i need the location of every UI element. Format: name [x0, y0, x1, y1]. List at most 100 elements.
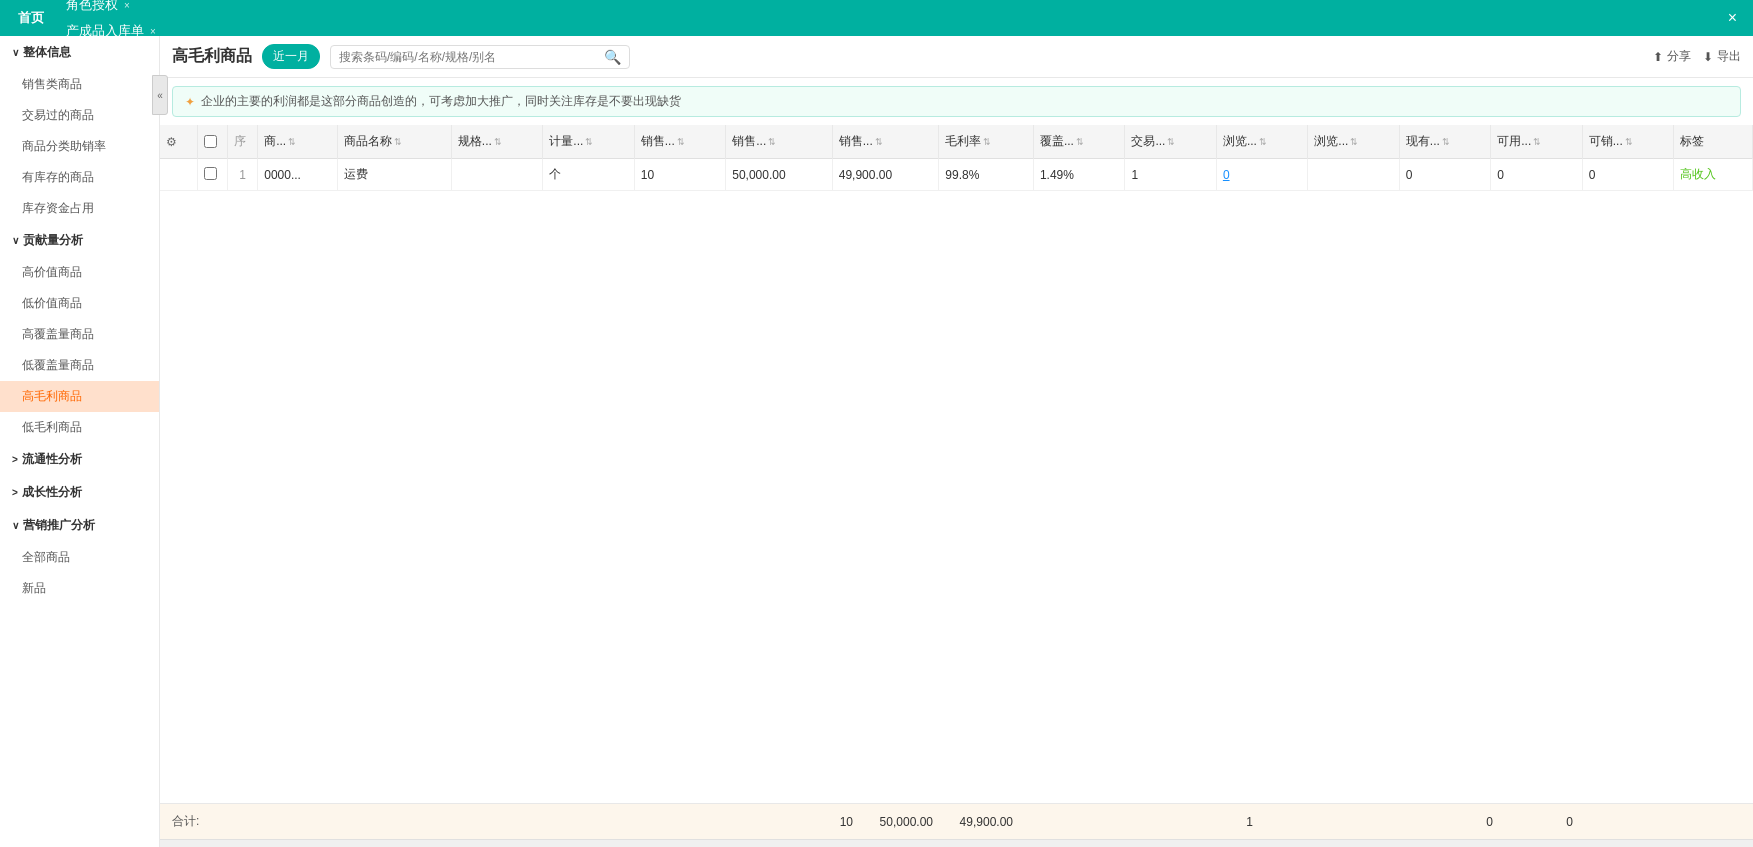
sidebar-item-库存资金占用[interactable]: 库存资金占用	[0, 193, 159, 224]
table-cell-15: 0	[1399, 159, 1490, 191]
sidebar-item-有库存的商品[interactable]: 有库存的商品	[0, 162, 159, 193]
sidebar-item-低毛利商品[interactable]: 低毛利商品	[0, 412, 159, 443]
close-all-button[interactable]: ×	[1720, 9, 1745, 27]
browse-link[interactable]: 0	[1223, 168, 1230, 182]
sidebar-group-label: 整体信息	[23, 44, 71, 61]
content-area: 高毛利商品 近一月 🔍 ⬆ 分享 ⬇ 导出 ✦ 企业的主要的利润都是这部分商品创…	[160, 36, 1753, 847]
info-banner: ✦ 企业的主要的利润都是这部分商品创造的，可考虑加大推广，同时关注库存是不要出现…	[172, 86, 1741, 117]
sidebar-item-全部商品[interactable]: 全部商品	[0, 542, 159, 573]
sidebar-item-新品[interactable]: 新品	[0, 573, 159, 604]
content-header: 高毛利商品 近一月 🔍 ⬆ 分享 ⬇ 导出	[160, 36, 1753, 78]
sort-icon: ⇅	[394, 137, 402, 147]
table-cell-7: 10	[634, 159, 725, 191]
table-cell-17: 0	[1582, 159, 1673, 191]
col-header-11[interactable]: 覆盖...⇅	[1033, 125, 1124, 159]
col-header-12[interactable]: 交易...⇅	[1125, 125, 1216, 159]
col-header-1	[198, 125, 228, 159]
sidebar-group-label: 流通性分析	[22, 451, 82, 468]
nav-tab-角色授权[interactable]: 角色授权×	[56, 0, 166, 18]
row-checkbox[interactable]	[204, 167, 217, 180]
select-all-checkbox[interactable]	[204, 135, 217, 148]
sidebar-group-成长性分析[interactable]: > 成长性分析	[0, 476, 159, 509]
footer-transactions: 1	[1181, 815, 1261, 829]
sidebar-collapse-button[interactable]: «	[152, 75, 168, 115]
sort-icon: ⇅	[1625, 137, 1633, 147]
sort-icon: ⇅	[677, 137, 685, 147]
bottom-scrollbar[interactable]	[160, 839, 1753, 847]
col-header-7[interactable]: 销售...⇅	[634, 125, 725, 159]
sidebar-group-label: 贡献量分析	[23, 232, 83, 249]
info-text: 企业的主要的利润都是这部分商品创造的，可考虑加大推广，同时关注库存是不要出现缺货	[201, 93, 681, 110]
sidebar-group-营销推广分析[interactable]: ∨营销推广分析	[0, 509, 159, 542]
sidebar-item-低价值商品[interactable]: 低价值商品	[0, 288, 159, 319]
table-cell-4: 运费	[337, 159, 451, 191]
close-tab-icon[interactable]: ×	[150, 26, 156, 37]
nav-home[interactable]: 首页	[8, 5, 54, 31]
table-row[interactable]: 10000...运费个1050,000.0049,900.0099.8%1.49…	[160, 159, 1753, 191]
sort-icon: ⇅	[1350, 137, 1358, 147]
footer-sales-qty: 10	[781, 815, 861, 829]
col-header-14[interactable]: 浏览...⇅	[1308, 125, 1399, 159]
sort-icon: ⇅	[1533, 137, 1541, 147]
close-tab-icon[interactable]: ×	[124, 78, 130, 89]
info-icon: ✦	[185, 95, 195, 109]
settings-icon[interactable]: ⚙	[166, 135, 177, 149]
table-footer: 合计: 10 50,000.00 49,900.00 1 0 0	[160, 803, 1753, 839]
table-cell-14	[1308, 159, 1399, 191]
col-header-4[interactable]: 商品名称⇅	[337, 125, 451, 159]
col-header-6[interactable]: 计量...⇅	[543, 125, 634, 159]
col-header-9[interactable]: 销售...⇅	[832, 125, 939, 159]
footer-available: 0	[1501, 815, 1581, 829]
export-button[interactable]: ⬇ 导出	[1703, 48, 1741, 65]
footer-stock: 0	[1421, 815, 1501, 829]
table-wrapper: ⚙序商...⇅商品名称⇅规格...⇅计量...⇅销售...⇅销售...⇅销售..…	[160, 125, 1753, 803]
sidebar-item-销售类商品[interactable]: 销售类商品	[0, 69, 159, 100]
table-cell-9: 49,900.00	[832, 159, 939, 191]
sidebar-item-交易过的商品[interactable]: 交易过的商品	[0, 100, 159, 131]
col-header-16[interactable]: 可用...⇅	[1491, 125, 1582, 159]
sidebar-item-高毛利商品[interactable]: 高毛利商品	[0, 381, 159, 412]
table-cell-2: 1	[228, 159, 258, 191]
table-cell-13[interactable]: 0	[1216, 159, 1307, 191]
sidebar-item-商品分类助销率[interactable]: 商品分类助销率	[0, 131, 159, 162]
sidebar-group-arrow: >	[12, 454, 18, 465]
sidebar-group-流通性分析[interactable]: > 流通性分析	[0, 443, 159, 476]
col-header-15[interactable]: 现有...⇅	[1399, 125, 1490, 159]
share-button[interactable]: ⬆ 分享	[1653, 48, 1691, 65]
sidebar-item-低覆盖量商品[interactable]: 低覆盖量商品	[0, 350, 159, 381]
col-header-5[interactable]: 规格...⇅	[451, 125, 542, 159]
col-header-10[interactable]: 毛利率⇅	[939, 125, 1034, 159]
sidebar-group-贡献量分析[interactable]: ∨ 贡献量分析	[0, 224, 159, 257]
col-header-13[interactable]: 浏览...⇅	[1216, 125, 1307, 159]
filter-recent-month[interactable]: 近一月	[262, 44, 320, 69]
search-input[interactable]	[339, 50, 604, 64]
tag-badge: 高收入	[1680, 167, 1716, 181]
table-cell-5	[451, 159, 542, 191]
col-header-3[interactable]: 商...⇅	[258, 125, 338, 159]
sidebar-group-arrow: >	[12, 487, 18, 498]
sidebar-group-label: 成长性分析	[22, 484, 82, 501]
sort-icon: ⇅	[288, 137, 296, 147]
sidebar-item-高覆盖量商品[interactable]: 高覆盖量商品	[0, 319, 159, 350]
page-title: 高毛利商品	[172, 46, 252, 67]
table-cell-16: 0	[1491, 159, 1582, 191]
sidebar-group-arrow: ∨	[12, 235, 19, 246]
export-icon: ⬇	[1703, 50, 1713, 64]
table-cell-1[interactable]	[198, 159, 228, 191]
share-icon: ⬆	[1653, 50, 1663, 64]
search-box: 🔍	[330, 45, 630, 69]
search-icon[interactable]: 🔍	[604, 49, 621, 65]
col-header-17[interactable]: 可销...⇅	[1582, 125, 1673, 159]
col-header-8[interactable]: 销售...⇅	[726, 125, 833, 159]
main-layout: ∨整体信息销售类商品交易过的商品商品分类助销率有库存的商品库存资金占用 ∨ 贡献量分…	[0, 36, 1753, 847]
sort-icon: ⇅	[1442, 137, 1450, 147]
sidebar-item-高价值商品[interactable]: 高价值商品	[0, 257, 159, 288]
sidebar-group-整体信息[interactable]: ∨整体信息	[0, 36, 159, 69]
close-tab-icon[interactable]: ×	[124, 0, 130, 11]
table-cell-18: 高收入	[1674, 159, 1753, 191]
table-cell-11: 1.49%	[1033, 159, 1124, 191]
sort-icon: ⇅	[768, 137, 776, 147]
table-cell-8: 50,000.00	[726, 159, 833, 191]
sort-icon: ⇅	[875, 137, 883, 147]
close-tab-icon[interactable]: ×	[150, 52, 156, 63]
